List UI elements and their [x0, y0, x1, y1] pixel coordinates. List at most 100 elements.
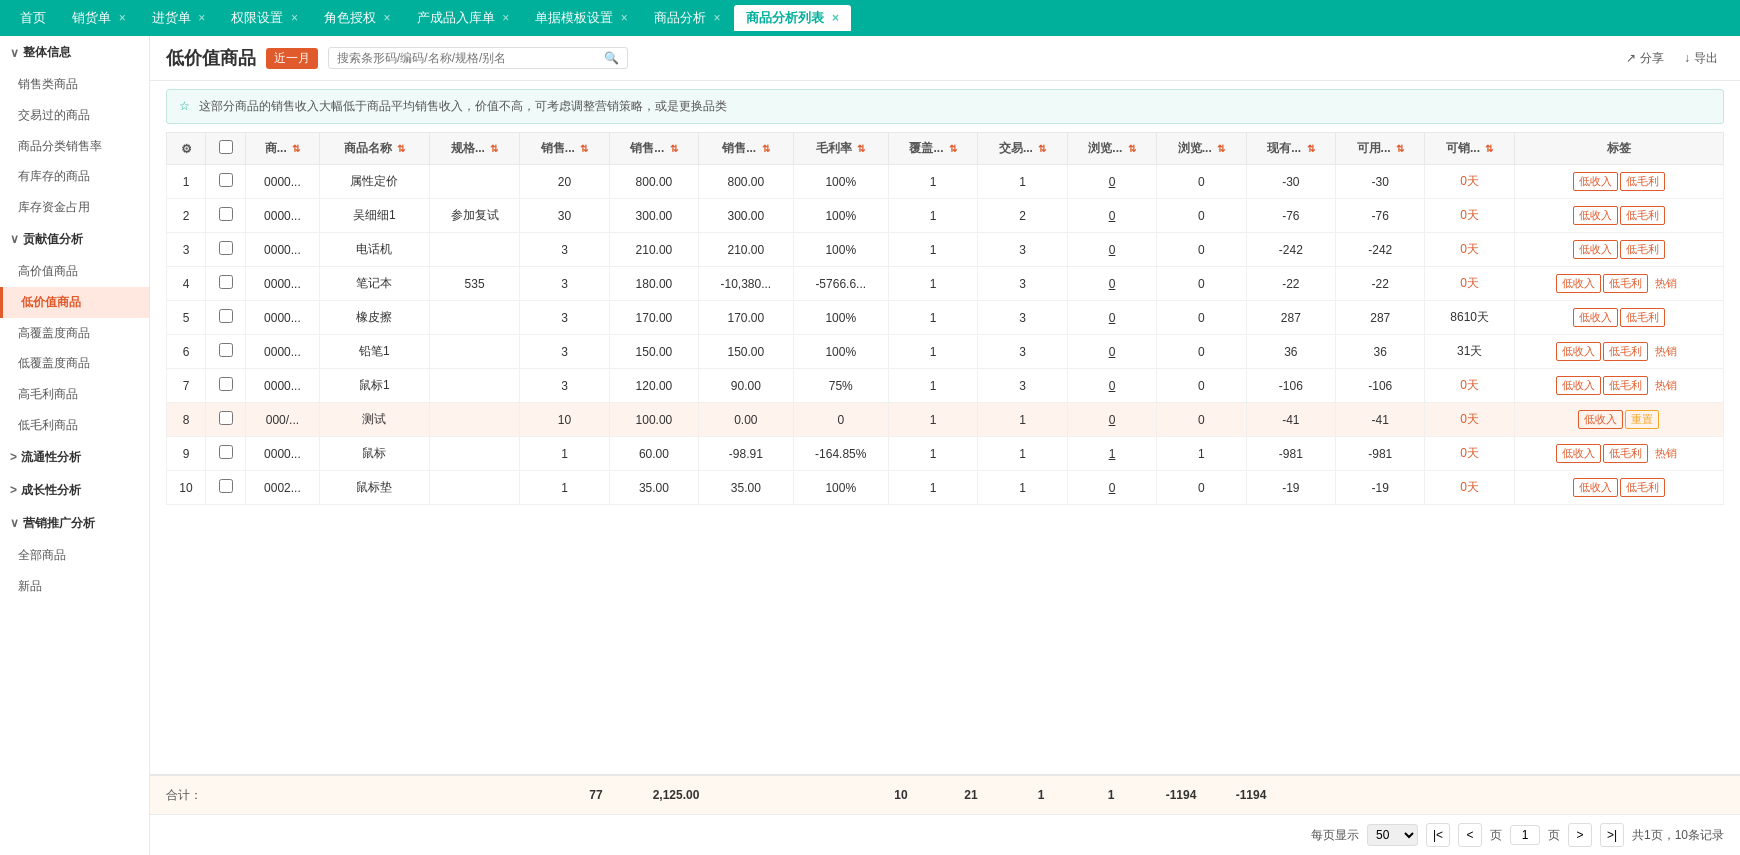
row-checkbox[interactable] [206, 369, 246, 403]
days-cell: 0天 [1425, 403, 1514, 437]
col-coverage[interactable]: 覆盖... ⇅ [888, 133, 977, 165]
col-sales3[interactable]: 销售... ⇅ [699, 133, 793, 165]
search-icon[interactable]: 🔍 [604, 51, 619, 65]
page-label: 页 [1490, 827, 1502, 844]
export-button[interactable]: ↓ 导出 [1678, 47, 1724, 70]
col-sellable[interactable]: 可销... ⇅ [1425, 133, 1514, 165]
tag-label: 低收入 [1573, 172, 1618, 191]
row-current: 36 [1246, 335, 1335, 369]
nav-sales[interactable]: 销货单 × [60, 5, 138, 31]
row-code: 0000... [246, 335, 320, 369]
date-badge[interactable]: 近一月 [266, 48, 318, 69]
nav-product-storage[interactable]: 产成品入库单 × [405, 5, 522, 31]
row-name: 电话机 [319, 233, 429, 267]
row-tags: 低收入低毛利 [1514, 301, 1723, 335]
nav-permission[interactable]: 权限设置 × [219, 5, 310, 31]
nav-analysis-list[interactable]: 商品分析列表 × [734, 5, 851, 31]
row-num: 1 [167, 165, 206, 199]
row-s3: 0.00 [699, 403, 793, 437]
row-checkbox[interactable] [206, 471, 246, 505]
last-page-btn[interactable]: >| [1600, 823, 1624, 847]
browse1-link[interactable]: 0 [1109, 379, 1116, 393]
browse1-link[interactable]: 0 [1109, 243, 1116, 257]
browse1-link[interactable]: 0 [1109, 277, 1116, 291]
col-checkbox[interactable] [206, 133, 246, 165]
row-checkbox[interactable] [206, 403, 246, 437]
row-checkbox[interactable] [206, 437, 246, 471]
nav-analysis[interactable]: 商品分析 × [642, 5, 733, 31]
share-button[interactable]: ↗ 分享 [1620, 47, 1670, 70]
days-cell: 0天 [1425, 437, 1514, 471]
row-s1: 1 [520, 471, 609, 505]
tag-label: 低收入 [1573, 240, 1618, 259]
sidebar-item-stock-products[interactable]: 有库存的商品 [0, 161, 149, 192]
row-name: 鼠标1 [319, 369, 429, 403]
next-page-btn[interactable]: > [1568, 823, 1592, 847]
sidebar-item-traded-products[interactable]: 交易过的商品 [0, 100, 149, 131]
sidebar-item-new-products[interactable]: 新品 [0, 571, 149, 602]
sidebar-group-flow[interactable]: > 流通性分析 [0, 441, 149, 474]
row-current: -22 [1246, 267, 1335, 301]
page-number-input[interactable] [1510, 825, 1540, 845]
sidebar-group-marketing[interactable]: ∨ 营销推广分析 [0, 507, 149, 540]
sidebar-item-sales-products[interactable]: 销售类商品 [0, 69, 149, 100]
first-page-btn[interactable]: |< [1426, 823, 1450, 847]
browse1-link[interactable]: 0 [1109, 175, 1116, 189]
row-checkbox[interactable] [206, 267, 246, 301]
nav-template[interactable]: 单据模板设置 × [523, 5, 640, 31]
sidebar-group-overall[interactable]: ∨ 整体信息 [0, 36, 149, 69]
row-trade: 2 [978, 199, 1067, 233]
row-code: 000/... [246, 403, 320, 437]
table-row: 5 0000... 橡皮擦 3 170.00 170.00 100% 1 3 0… [167, 301, 1724, 335]
col-browse1[interactable]: 浏览... ⇅ [1067, 133, 1156, 165]
sidebar-item-category-sales[interactable]: 商品分类销售率 [0, 131, 149, 162]
nav-purchase[interactable]: 进货单 × [140, 5, 218, 31]
browse1-link[interactable]: 1 [1109, 447, 1116, 461]
col-settings[interactable]: ⚙ [167, 133, 206, 165]
col-trade[interactable]: 交易... ⇅ [978, 133, 1067, 165]
sidebar-group-growth[interactable]: > 成长性分析 [0, 474, 149, 507]
sidebar-item-all-products[interactable]: 全部商品 [0, 540, 149, 571]
sidebar-item-low-margin[interactable]: 低毛利商品 [0, 410, 149, 441]
table-row: 3 0000... 电话机 3 210.00 210.00 100% 1 3 0… [167, 233, 1724, 267]
browse1-cell: 0 [1067, 369, 1156, 403]
row-checkbox[interactable] [206, 199, 246, 233]
col-sales1[interactable]: 销售... ⇅ [520, 133, 609, 165]
row-code: 0000... [246, 437, 320, 471]
col-sales2[interactable]: 销售... ⇅ [609, 133, 698, 165]
table-row: 1 0000... 属性定价 20 800.00 800.00 100% 1 1… [167, 165, 1724, 199]
browse1-link[interactable]: 0 [1109, 209, 1116, 223]
per-page-select[interactable]: 50 100 200 [1367, 824, 1418, 846]
pagination: 每页显示 50 100 200 |< < 页 页 > >| 共1页，10条记录 [150, 814, 1740, 855]
row-checkbox[interactable] [206, 301, 246, 335]
row-s2: 800.00 [609, 165, 698, 199]
row-tags: 低收入低毛利 [1514, 199, 1723, 233]
sidebar-item-high-margin[interactable]: 高毛利商品 [0, 379, 149, 410]
browse1-link[interactable]: 0 [1109, 481, 1116, 495]
col-browse2[interactable]: 浏览... ⇅ [1157, 133, 1246, 165]
row-checkbox[interactable] [206, 233, 246, 267]
col-margin[interactable]: 毛利率 ⇅ [793, 133, 888, 165]
browse1-link[interactable]: 0 [1109, 345, 1116, 359]
sidebar-item-high-value[interactable]: 高价值商品 [0, 256, 149, 287]
browse1-link[interactable]: 0 [1109, 413, 1116, 427]
tag-label: 低收入 [1556, 376, 1601, 395]
sidebar-item-capital[interactable]: 库存资金占用 [0, 192, 149, 223]
row-browse2: 0 [1157, 301, 1246, 335]
browse1-link[interactable]: 0 [1109, 311, 1116, 325]
col-name[interactable]: 商品名称 ⇅ [319, 133, 429, 165]
sidebar-item-high-coverage[interactable]: 高覆盖度商品 [0, 318, 149, 349]
col-current[interactable]: 现有... ⇅ [1246, 133, 1335, 165]
row-checkbox[interactable] [206, 335, 246, 369]
search-input[interactable] [337, 51, 600, 65]
nav-role[interactable]: 角色授权 × [312, 5, 403, 31]
sidebar-item-low-coverage[interactable]: 低覆盖度商品 [0, 348, 149, 379]
col-spec[interactable]: 规格... ⇅ [429, 133, 519, 165]
sidebar-item-low-value[interactable]: 低价值商品 [0, 287, 149, 318]
prev-page-btn[interactable]: < [1458, 823, 1482, 847]
col-available[interactable]: 可用... ⇅ [1336, 133, 1425, 165]
nav-home[interactable]: 首页 [8, 5, 58, 31]
sidebar-group-contribution[interactable]: ∨ 贡献值分析 [0, 223, 149, 256]
row-checkbox[interactable] [206, 165, 246, 199]
col-code[interactable]: 商... ⇅ [246, 133, 320, 165]
